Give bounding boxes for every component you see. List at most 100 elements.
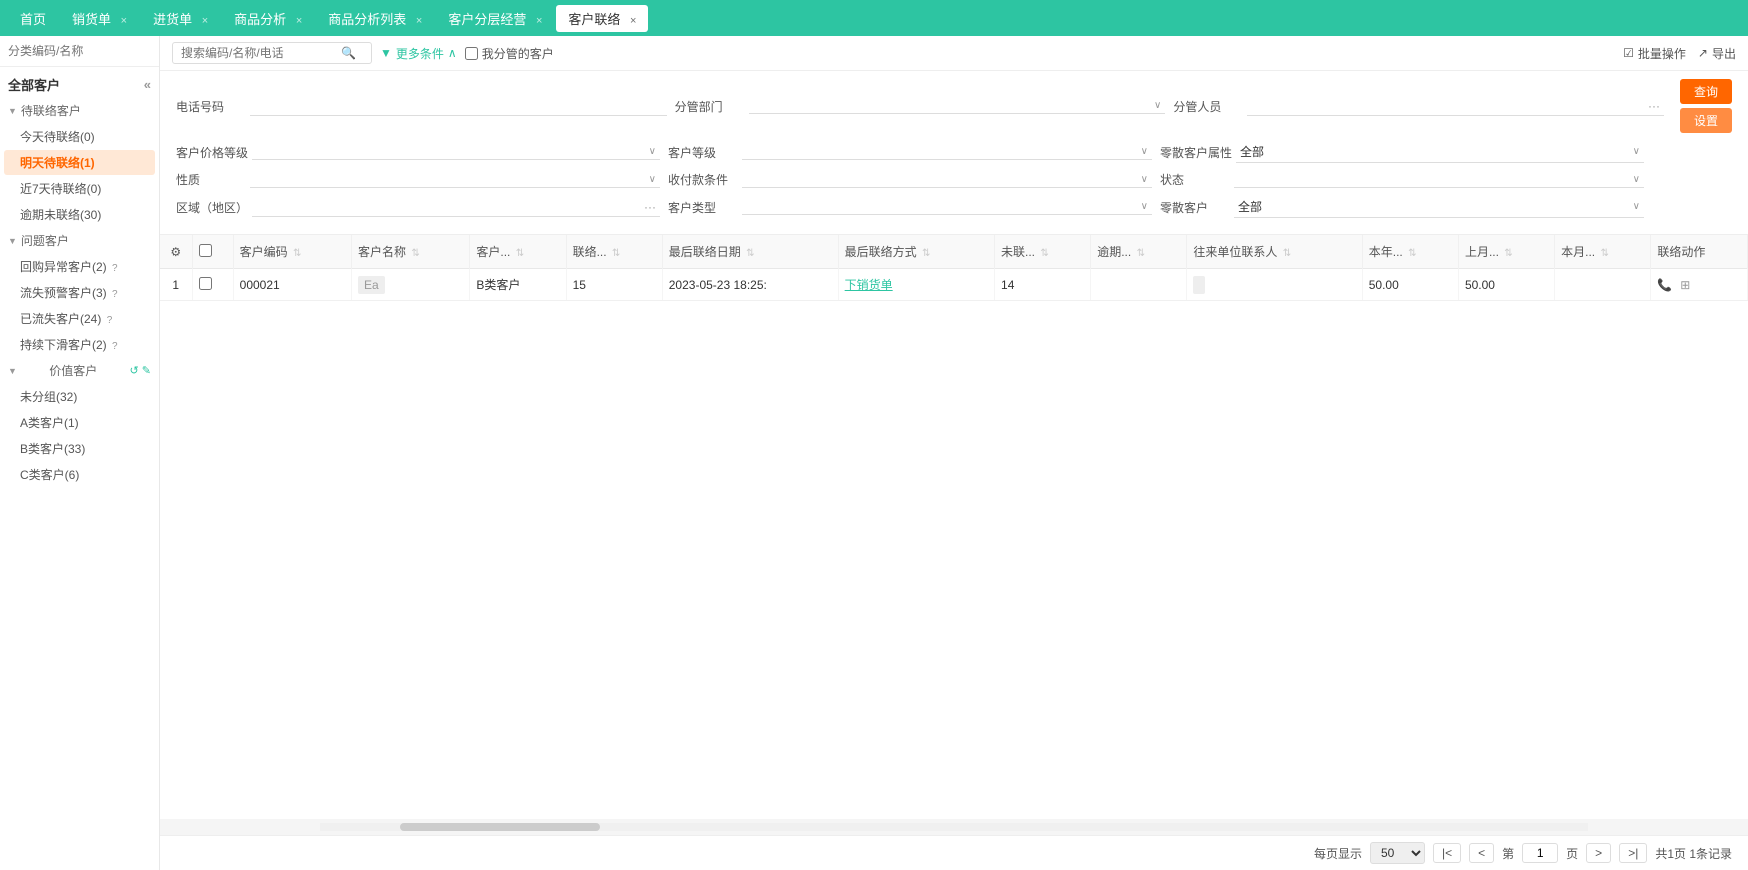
next-page-btn[interactable]: > — [1586, 843, 1611, 863]
th-name: 客户名称 ⇅ — [352, 235, 470, 269]
contact-person-masked — [1193, 276, 1205, 294]
region-select[interactable]: ··· — [252, 198, 660, 217]
th-contact-person: 往来单位联系人 ⇅ — [1187, 235, 1362, 269]
group-problem-customer[interactable]: 问题客户 — [0, 228, 159, 253]
prev-page-btn[interactable]: < — [1469, 843, 1494, 863]
nav-customer-contact[interactable]: 客户联络 × — [556, 5, 648, 32]
contact-method-link[interactable]: 下销货单 — [845, 278, 893, 292]
more-conditions-btn[interactable]: ▼ 更多条件 ∧ — [380, 45, 457, 62]
phone-input[interactable] — [250, 97, 667, 116]
th-contacts: 联络... ⇅ — [566, 235, 662, 269]
per-page-select[interactable]: 50 100 200 — [1370, 842, 1425, 864]
sort-year-icon[interactable]: ⇅ — [1408, 248, 1416, 259]
sidebar-search-input[interactable] — [8, 44, 160, 58]
td-checkbox — [192, 269, 233, 301]
th-gear[interactable]: ⚙ — [160, 235, 192, 269]
th-last-contact-method: 最后联络方式 ⇅ — [838, 235, 994, 269]
sidebar-item-tomorrow-contact[interactable]: 明天待联络(1) — [4, 150, 155, 175]
td-last-contact-method[interactable]: 下销货单 — [838, 269, 994, 301]
group-pending-contact[interactable]: 待联络客户 — [0, 98, 159, 123]
my-customers-checkbox[interactable] — [465, 47, 478, 60]
value-customer-actions[interactable]: ↺ ✎ — [130, 364, 152, 377]
row-checkbox[interactable] — [199, 277, 212, 290]
td-name: Ea — [352, 269, 470, 301]
status-select[interactable]: ∨ — [1234, 172, 1644, 188]
th-type: 客户... ⇅ — [470, 235, 566, 269]
group-value-customer[interactable]: 价值客户 ↺ ✎ — [0, 358, 159, 383]
th-this-year: 本年... ⇅ — [1362, 235, 1458, 269]
set-button[interactable]: 设置 — [1680, 108, 1732, 133]
sidebar-item-b-class[interactable]: B类客户(33) — [4, 436, 155, 461]
sort-nc-icon[interactable]: ⇅ — [1040, 248, 1048, 259]
sort-method-icon[interactable]: ⇅ — [922, 248, 930, 259]
export-btn[interactable]: ↗ 导出 — [1698, 45, 1736, 62]
close-customer-contact-icon[interactable]: × — [630, 15, 636, 27]
nav-product-analysis-list[interactable]: 商品分析列表 × — [316, 5, 434, 32]
region-dots-icon[interactable]: ··· — [644, 200, 656, 214]
sort-type-icon[interactable]: ⇅ — [516, 248, 524, 259]
checkbox-icon: ☑ — [1623, 46, 1634, 60]
main-layout: 🔍 全部客户 « 待联络客户 今天待联络(0) 明天待联络(1) 近7天待联络(… — [0, 36, 1748, 870]
nature-select[interactable]: ∨ — [250, 172, 660, 188]
first-page-btn[interactable]: |< — [1433, 843, 1461, 863]
sidebar-item-a-class[interactable]: A类客户(1) — [4, 410, 155, 435]
person-dots-icon[interactable]: ··· — [1648, 99, 1660, 113]
main-search-input[interactable] — [181, 46, 341, 60]
close-product-analysis-list-icon[interactable]: × — [416, 15, 422, 27]
sidebar-item-repurchase-abnormal[interactable]: 回购异常客户(2) ? — [4, 254, 155, 279]
main-search-icon[interactable]: 🔍 — [341, 46, 356, 60]
payment-select[interactable]: ∨ — [742, 172, 1152, 188]
customer-type-label: 客户类型 — [668, 199, 738, 216]
last-page-btn[interactable]: >| — [1619, 843, 1647, 863]
sort-name-icon[interactable]: ⇅ — [411, 248, 419, 259]
nav-home[interactable]: 首页 — [8, 5, 58, 32]
customer-level-select[interactable]: ∨ — [742, 144, 1152, 160]
sidebar-item-7days-contact[interactable]: 近7天待联络(0) — [4, 176, 155, 201]
close-product-analysis-icon[interactable]: × — [296, 15, 302, 27]
sidebar-item-c-class[interactable]: C类客户(6) — [4, 462, 155, 487]
horizontal-scrollbar-thumb[interactable] — [400, 823, 600, 831]
grid-action-icon[interactable]: ⊞ — [1680, 278, 1690, 292]
close-customer-tier-icon[interactable]: × — [536, 15, 542, 27]
phone-label: 电话号码 — [176, 98, 246, 115]
customer-type-select[interactable]: ∨ — [742, 199, 1152, 215]
sidebar-item-overdue-contact[interactable]: 逾期未联络(30) — [4, 202, 155, 227]
sidebar-item-churn-warning[interactable]: 流失预警客户(3) ? — [4, 280, 155, 305]
horizontal-scrollbar-track[interactable] — [320, 823, 1588, 831]
select-all-checkbox[interactable] — [199, 244, 212, 257]
page-number-input[interactable] — [1522, 843, 1558, 863]
sort-date-icon[interactable]: ⇅ — [746, 248, 754, 259]
close-sales-order-icon[interactable]: × — [121, 15, 127, 27]
sort-person-icon[interactable]: ⇅ — [1283, 248, 1291, 259]
nav-product-analysis[interactable]: 商品分析 × — [222, 5, 314, 32]
nav-purchase-order[interactable]: 进货单 × — [141, 5, 220, 32]
sort-lmonth-icon[interactable]: ⇅ — [1504, 248, 1512, 259]
dept-select[interactable]: ∨ — [749, 98, 1166, 114]
person-select[interactable]: ··· — [1247, 97, 1664, 116]
th-not-contacted: 未联... ⇅ — [995, 235, 1091, 269]
sort-overdue-icon[interactable]: ⇅ — [1137, 248, 1145, 259]
query-button[interactable]: 查询 — [1680, 79, 1732, 104]
my-customers-checkbox-area[interactable]: 我分管的客户 — [465, 45, 554, 62]
retail-attr-select[interactable]: 全部 ∨ — [1236, 141, 1644, 163]
table-header-row: ⚙ 客户编码 ⇅ 客户名称 ⇅ 客户... ⇅ — [160, 235, 1748, 269]
sort-contacts-icon[interactable]: ⇅ — [612, 248, 620, 259]
collapse-icon[interactable]: « — [144, 77, 151, 92]
sidebar-item-declining[interactable]: 持续下滑客户(2) ? — [4, 332, 155, 357]
sidebar-item-today-contact[interactable]: 今天待联络(0) — [4, 124, 155, 149]
person-label: 分管人员 — [1173, 98, 1243, 115]
filter-row-2: 客户价格等级 ∨ 客户等级 ∨ 零散客户属性 全部 — [176, 141, 1732, 163]
batch-operation-btn[interactable]: ☑ 批量操作 — [1623, 45, 1686, 62]
nav-sales-order[interactable]: 销货单 × — [60, 5, 139, 32]
search-box: 🔍 — [172, 42, 372, 64]
sort-tmonth-icon[interactable]: ⇅ — [1600, 248, 1608, 259]
retail-customer-select[interactable]: 全部 ∨ — [1234, 196, 1644, 218]
price-level-label: 客户价格等级 — [176, 144, 248, 161]
price-level-select[interactable]: ∨ — [252, 144, 660, 160]
sidebar-item-churned[interactable]: 已流失客户(24) ? — [4, 306, 155, 331]
close-purchase-order-icon[interactable]: × — [202, 15, 208, 27]
nav-customer-tier[interactable]: 客户分层经营 × — [436, 5, 554, 32]
phone-action-icon[interactable]: 📞 — [1657, 278, 1672, 292]
sidebar-item-ungrouped[interactable]: 未分组(32) — [4, 384, 155, 409]
sort-code-icon[interactable]: ⇅ — [293, 248, 301, 259]
